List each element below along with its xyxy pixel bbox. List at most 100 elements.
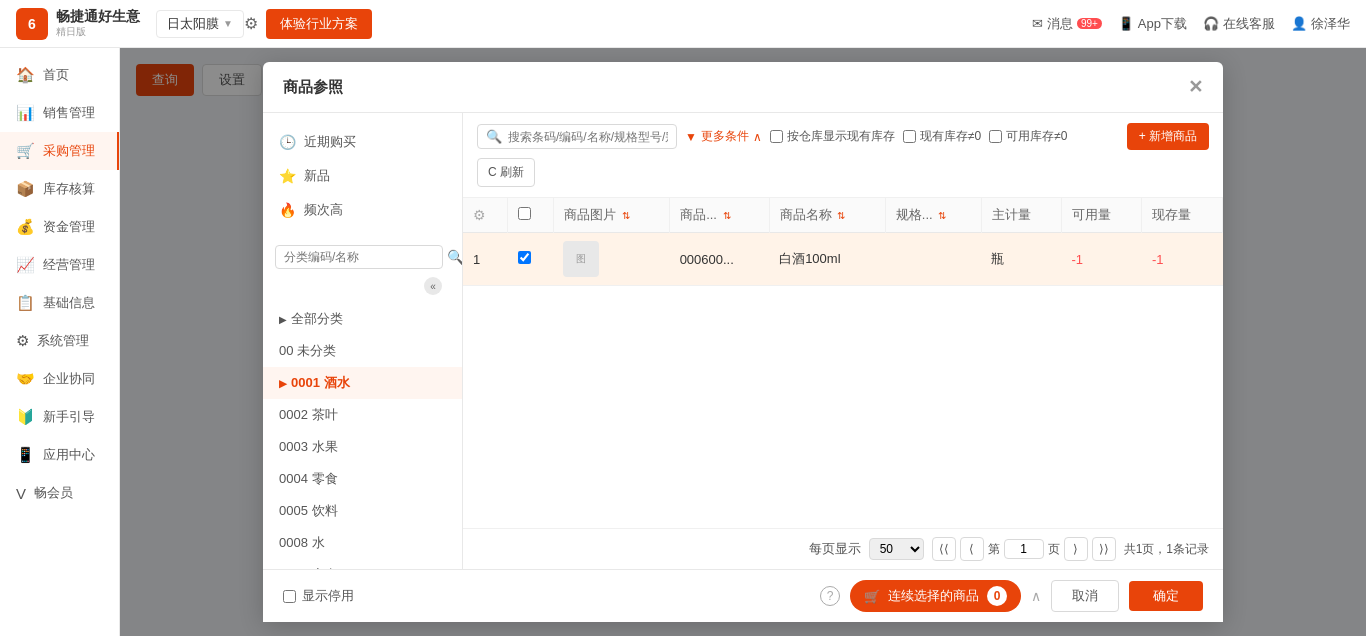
select-all-checkbox[interactable] xyxy=(518,207,531,220)
product-image: 图 xyxy=(563,241,599,277)
per-page-select[interactable]: 50 10 20 100 xyxy=(869,538,924,560)
modal-dialog: 商品参照 ✕ 🕒 近期购买 ⭐ 新 xyxy=(263,62,1223,622)
phone-icon: 📱 xyxy=(1118,16,1134,31)
logo-area: 6 畅捷通好生意 精日版 xyxy=(16,8,140,40)
collab-icon: 🤝 xyxy=(16,370,35,388)
search-box-icon: 🔍 xyxy=(486,129,502,144)
cart-icon: 🛒 xyxy=(864,589,880,604)
cat-0004[interactable]: 0004 零食 xyxy=(263,463,462,495)
sidebar-item-purchase[interactable]: 🛒 采购管理 xyxy=(0,132,119,170)
modal-header: 商品参照 ✕ xyxy=(263,62,1223,113)
cat-search-icon[interactable]: 🔍 xyxy=(447,249,463,265)
search-input[interactable] xyxy=(508,130,668,144)
table-row[interactable]: 1 图 000600... 白酒100ml xyxy=(463,233,1223,286)
cat-0005[interactable]: 0005 饮料 xyxy=(263,495,462,527)
modal-left-panel: 🕒 近期购买 ⭐ 新品 🔥 频次高 xyxy=(263,113,463,569)
col-img: 商品图片 ⇅ xyxy=(553,198,669,233)
sidebar-item-system[interactable]: ⚙ 系统管理 xyxy=(0,322,119,360)
cat-all[interactable]: ▶ 全部分类 xyxy=(263,303,462,335)
page-nav: ⟨⟨ ⟨ 第 页 ⟩ ⟩⟩ xyxy=(932,537,1116,561)
nav-right: ✉ 消息 99+ 📱 App下载 🎧 在线客服 👤 徐泽华 xyxy=(1032,15,1350,33)
footer-right: ? 🛒 连续选择的商品 0 ∧ 取消 确定 xyxy=(820,580,1203,612)
show-disabled-checkbox[interactable]: 显示停用 xyxy=(283,587,354,605)
row-checkbox[interactable] xyxy=(508,233,554,286)
col-checkbox[interactable] xyxy=(508,198,554,233)
cat-0010[interactable]: 0010 家电 xyxy=(263,559,462,569)
cart-count: 0 xyxy=(987,586,1007,606)
search-box: 🔍 xyxy=(477,124,677,149)
col-spec: 规格... ⇅ xyxy=(885,198,981,233)
modal-footer: 显示停用 ? 🛒 连续选择的商品 0 ∧ 取消 确定 xyxy=(263,569,1223,622)
sidebar-item-basic[interactable]: 📋 基础信息 xyxy=(0,284,119,322)
col-unit: 主计量 xyxy=(981,198,1061,233)
sort-spec-icon[interactable]: ⇅ xyxy=(938,210,946,221)
message-btn[interactable]: ✉ 消息 99+ xyxy=(1032,15,1102,33)
checkbox-usable-ne0[interactable]: 可用库存≠0 xyxy=(989,128,1067,145)
settings-icon[interactable]: ⚙ xyxy=(473,207,486,223)
gear-icon[interactable]: ⚙ xyxy=(244,14,258,33)
sort-name-icon[interactable]: ⇅ xyxy=(837,210,845,221)
cat-search-input[interactable] xyxy=(275,245,443,269)
cat-0008[interactable]: 0008 水 xyxy=(263,527,462,559)
frequent-icon: 🔥 xyxy=(279,202,296,218)
add-product-button[interactable]: + 新增商品 xyxy=(1127,123,1209,150)
purchase-icon: 🛒 xyxy=(16,142,35,160)
sidebar-item-apps[interactable]: 📱 应用中心 xyxy=(0,436,119,474)
service-btn[interactable]: 🎧 在线客服 xyxy=(1203,15,1275,33)
cat-0001[interactable]: ▶ 0001 酒水 xyxy=(263,367,462,399)
sort-icon[interactable]: ⇅ xyxy=(622,210,630,221)
filter-button[interactable]: ▼ 更多条件 ∧ xyxy=(685,128,762,145)
top-nav: 6 畅捷通好生意 精日版 日太阳膜 ▼ ⚙ 体验行业方案 ✉ 消息 99+ 📱 … xyxy=(0,0,1366,48)
app-download-btn[interactable]: 📱 App下载 xyxy=(1118,15,1187,33)
prev-page-btn[interactable]: ⟨ xyxy=(960,537,984,561)
sidebar-item-collab[interactable]: 🤝 企业协同 xyxy=(0,360,119,398)
next-page-btn[interactable]: ⟩ xyxy=(1064,537,1088,561)
sidebar-item-inventory[interactable]: 📦 库存核算 xyxy=(0,170,119,208)
sidebar-item-finance[interactable]: 💰 资金管理 xyxy=(0,208,119,246)
checkbox-available-ne0[interactable]: 现有库存≠0 xyxy=(903,128,981,145)
operation-icon: 📈 xyxy=(16,256,35,274)
cart-area[interactable]: 🛒 连续选择的商品 0 xyxy=(850,580,1021,612)
last-page-btn[interactable]: ⟩⟩ xyxy=(1092,537,1116,561)
nav-selector[interactable]: 日太阳膜 ▼ xyxy=(156,10,244,38)
guide-icon: 🔰 xyxy=(16,408,35,426)
sidebar-item-member[interactable]: V 畅会员 xyxy=(0,474,119,512)
cat-0003[interactable]: 0003 水果 xyxy=(263,431,462,463)
refresh-button[interactable]: C 刷新 xyxy=(477,158,535,187)
cancel-button[interactable]: 取消 xyxy=(1051,580,1119,612)
cat-0002[interactable]: 0002 茶叶 xyxy=(263,399,462,431)
help-icon[interactable]: ? xyxy=(820,586,840,606)
quick-new-btn[interactable]: ⭐ 新品 xyxy=(263,159,462,193)
sidebar-item-home[interactable]: 🏠 首页 xyxy=(0,56,119,94)
exp-button[interactable]: 体验行业方案 xyxy=(266,9,372,39)
sidebar-item-operation[interactable]: 📈 经营管理 xyxy=(0,246,119,284)
sidebar-item-guide[interactable]: 🔰 新手引导 xyxy=(0,398,119,436)
quick-frequent-btn[interactable]: 🔥 频次高 xyxy=(263,193,462,227)
confirm-button[interactable]: 确定 xyxy=(1129,581,1203,611)
col-settings[interactable]: ⚙ xyxy=(463,198,508,233)
inventory-icon: 📦 xyxy=(16,180,35,198)
pagination: 每页显示 50 10 20 100 ⟨⟨ ⟨ 第 xyxy=(463,528,1223,569)
modal-overlay: 商品参照 ✕ 🕒 近期购买 ⭐ 新 xyxy=(120,48,1366,636)
sort-code-icon[interactable]: ⇅ xyxy=(723,210,731,221)
footer-left: 显示停用 xyxy=(283,587,354,605)
sidebar-item-sales[interactable]: 📊 销售管理 xyxy=(0,94,119,132)
new-icon: ⭐ xyxy=(279,168,296,184)
cat-00[interactable]: 00 未分类 xyxy=(263,335,462,367)
home-icon: 🏠 xyxy=(16,66,35,84)
modal-right-panel: 🔍 ▼ 更多条件 ∧ 按仓库显示现有库存 xyxy=(463,113,1223,569)
chevron-up-icon[interactable]: ∧ xyxy=(1031,588,1041,604)
member-icon: V xyxy=(16,485,26,502)
page-number-input[interactable] xyxy=(1004,539,1044,559)
modal-body: 🕒 近期购买 ⭐ 新品 🔥 频次高 xyxy=(263,113,1223,569)
row-num: 1 xyxy=(463,233,508,286)
modal-close-button[interactable]: ✕ xyxy=(1188,76,1203,98)
quick-recent-btn[interactable]: 🕒 近期购买 xyxy=(263,125,462,159)
checkbox-warehouse[interactable]: 按仓库显示现有库存 xyxy=(770,128,895,145)
collapse-btn[interactable]: « xyxy=(424,277,442,295)
layout: 🏠 首页 📊 销售管理 🛒 采购管理 📦 库存核算 💰 资金管理 📈 经营管理 … xyxy=(0,48,1366,636)
product-table: ⚙ 商品图片 ⇅ xyxy=(463,198,1223,286)
user-btn[interactable]: 👤 徐泽华 xyxy=(1291,15,1350,33)
row-available: -1 xyxy=(1062,233,1142,286)
first-page-btn[interactable]: ⟨⟨ xyxy=(932,537,956,561)
